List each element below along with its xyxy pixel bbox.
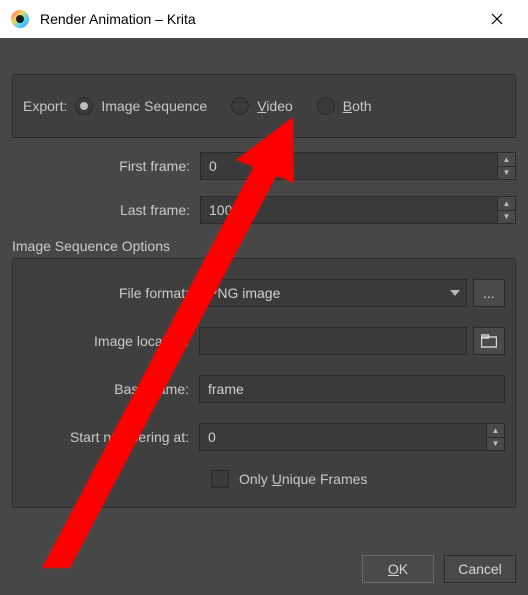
spin-up-icon[interactable]: ▲ <box>498 197 515 211</box>
dialog-button-bar: OK Cancel <box>12 541 516 583</box>
start-numbering-value: 0 <box>208 429 216 445</box>
window-title: Render Animation – Krita <box>40 11 474 27</box>
only-unique-frames-label: Only Unique Frames <box>239 471 367 487</box>
radio-label: Both <box>343 98 372 114</box>
export-radio-group: Image Sequence Video Both <box>75 97 371 115</box>
base-name-label: Base name: <box>23 381 199 397</box>
export-panel: Export: Image Sequence Video Both <box>12 74 516 138</box>
radio-label: Video <box>257 98 293 114</box>
dialog-body: Export: Image Sequence Video Both First … <box>0 38 528 595</box>
export-label: Export: <box>23 98 67 114</box>
radio-both[interactable]: Both <box>317 97 372 115</box>
spin-down-icon[interactable]: ▼ <box>498 211 515 224</box>
radio-image-sequence[interactable]: Image Sequence <box>75 97 207 115</box>
title-bar: Render Animation – Krita <box>0 0 528 38</box>
first-frame-input[interactable]: 0 ▲▼ <box>200 152 516 180</box>
image-location-input[interactable] <box>199 327 467 355</box>
close-icon <box>491 13 503 25</box>
base-name-value: frame <box>208 381 244 397</box>
app-icon <box>10 9 30 29</box>
start-numbering-label: Start numbering at: <box>23 429 199 445</box>
cancel-button[interactable]: Cancel <box>444 555 516 583</box>
file-format-value: PNG image <box>208 285 280 301</box>
last-frame-value: 100 <box>209 202 232 218</box>
spinner-buttons[interactable]: ▲▼ <box>497 197 515 223</box>
radio-video[interactable]: Video <box>231 97 293 115</box>
base-name-input[interactable]: frame <box>199 375 505 403</box>
sequence-heading: Image Sequence Options <box>12 238 516 254</box>
spin-up-icon[interactable]: ▲ <box>498 153 515 167</box>
frame-range: First frame: 0 ▲▼ Last frame: 100 ▲▼ <box>12 144 516 232</box>
ok-button[interactable]: OK <box>362 555 434 583</box>
browse-folder-button[interactable] <box>473 327 505 355</box>
spin-up-icon[interactable]: ▲ <box>487 424 504 438</box>
file-format-label: File format: <box>23 285 199 301</box>
spin-down-icon[interactable]: ▼ <box>498 167 515 180</box>
spinner-buttons[interactable]: ▲▼ <box>497 153 515 179</box>
last-frame-label: Last frame: <box>12 202 200 218</box>
chevron-down-icon <box>450 290 460 296</box>
first-frame-label: First frame: <box>12 158 200 174</box>
start-numbering-input[interactable]: 0 ▲▼ <box>199 423 505 451</box>
radio-indicator-icon <box>231 97 249 115</box>
first-frame-value: 0 <box>209 158 217 174</box>
last-frame-input[interactable]: 100 ▲▼ <box>200 196 516 224</box>
spin-down-icon[interactable]: ▼ <box>487 438 504 451</box>
file-format-options-button[interactable]: ... <box>473 279 505 307</box>
radio-label: Image Sequence <box>101 98 207 114</box>
file-format-select[interactable]: PNG image <box>199 279 467 307</box>
only-unique-frames-checkbox[interactable] <box>211 470 229 488</box>
folder-icon <box>481 334 497 348</box>
spinner-buttons[interactable]: ▲▼ <box>486 424 504 450</box>
radio-indicator-icon <box>317 97 335 115</box>
close-button[interactable] <box>474 0 520 38</box>
image-location-label: Image location: <box>23 333 199 349</box>
radio-indicator-icon <box>75 97 93 115</box>
ellipsis-icon: ... <box>483 285 495 301</box>
sequence-panel: File format: PNG image ... Image locatio… <box>12 258 516 508</box>
